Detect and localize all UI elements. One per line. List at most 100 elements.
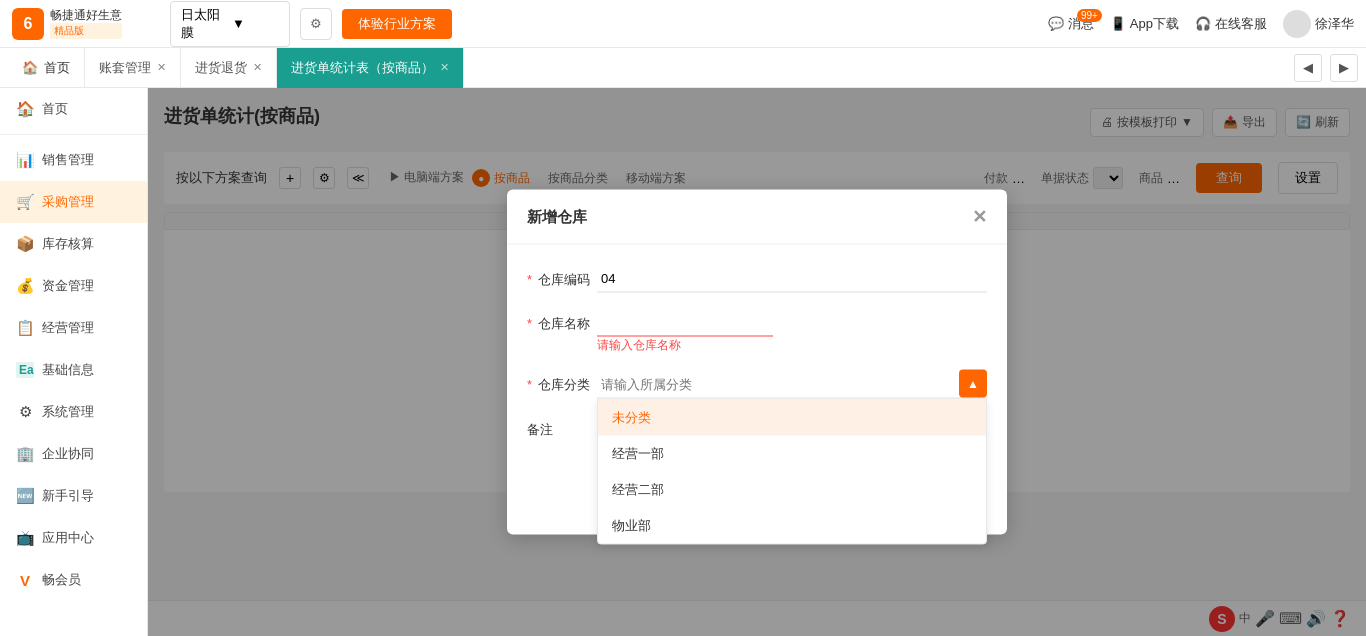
sidebar-item-finance[interactable]: 💰 资金管理 <box>0 265 147 307</box>
sidebar-label-inventory: 库存核算 <box>42 235 94 253</box>
sidebar-label-sales: 销售管理 <box>42 151 94 169</box>
dropdown-option-dept2[interactable]: 经营二部 <box>598 472 986 508</box>
logo-icon: 6 <box>12 8 44 40</box>
category-label: * 仓库分类 <box>527 370 597 394</box>
sidebar-item-enterprise[interactable]: 🏢 企业协同 <box>0 433 147 475</box>
home-icon: 🏠 <box>22 60 38 75</box>
category-dropdown-list: 未分类 经营一部 经营二部 物业部 <box>597 399 987 545</box>
notes-label: 备注 <box>527 415 597 439</box>
username: 徐泽华 <box>1315 15 1354 33</box>
online-service-button[interactable]: 🎧 在线客服 <box>1195 15 1267 33</box>
tab-accounts[interactable]: 账套管理 ✕ <box>85 48 181 88</box>
guide-icon: 🆕 <box>16 487 34 505</box>
tab-purchase-return-label: 进货退货 <box>195 59 247 77</box>
sidebar-item-basic[interactable]: Ea 基础信息 <box>0 349 147 391</box>
sidebar-label-appcenter: 应用中心 <box>42 529 94 547</box>
app-download-button[interactable]: 📱 App下载 <box>1110 15 1179 33</box>
tab-home[interactable]: 🏠 首页 <box>8 48 85 88</box>
tab-bar: 🏠 首页 账套管理 ✕ 进货退货 ✕ 进货单统计表（按商品） ✕ ◀ ▶ <box>0 48 1366 88</box>
warehouse-code-input[interactable] <box>597 265 987 293</box>
dropdown-arrow-button[interactable]: ▲ <box>959 370 987 398</box>
notifications-badge: 99+ <box>1077 9 1102 22</box>
message-icon: 💬 <box>1048 16 1064 31</box>
finance-icon: 💰 <box>16 277 34 295</box>
headphone-icon: 🎧 <box>1195 16 1211 31</box>
phone-icon: 📱 <box>1110 16 1126 31</box>
sidebar-label-purchase: 采购管理 <box>42 193 94 211</box>
modal-header: 新增仓库 ✕ <box>507 190 1007 245</box>
sidebar-label-guide: 新手引导 <box>42 487 94 505</box>
avatar <box>1283 10 1311 38</box>
tab-prev-button[interactable]: ◀ <box>1294 54 1322 82</box>
code-label: * 仓库编码 <box>527 265 597 289</box>
user-profile[interactable]: 徐泽华 <box>1283 10 1354 38</box>
tab-next-button[interactable]: ▶ <box>1330 54 1358 82</box>
app-download-label: App下载 <box>1130 15 1179 33</box>
appcenter-icon: 📺 <box>16 529 34 547</box>
tab-home-label: 首页 <box>44 59 70 77</box>
sidebar-label-finance: 资金管理 <box>42 277 94 295</box>
sidebar-label-operation: 经营管理 <box>42 319 94 337</box>
store-selector[interactable]: 日太阳膜 ▼ <box>170 1 290 47</box>
sidebar-label-basic: 基础信息 <box>42 361 94 379</box>
sidebar-item-purchase[interactable]: 🛒 采购管理 <box>0 181 147 223</box>
home-icon: 🏠 <box>16 100 34 118</box>
sales-icon: 📊 <box>16 151 34 169</box>
top-header: 6 畅捷通好生意 精品版 日太阳膜 ▼ ⚙ 体验行业方案 💬 消息 99+ 📱 … <box>0 0 1366 48</box>
tab-accounts-label: 账套管理 <box>99 59 151 77</box>
sidebar-item-inventory[interactable]: 📦 库存核算 <box>0 223 147 265</box>
modal-body: * 仓库编码 * 仓库名称 <box>507 245 1007 479</box>
header-right: 💬 消息 99+ 📱 App下载 🎧 在线客服 徐泽华 <box>1048 10 1354 38</box>
required-star-3: * <box>527 377 532 392</box>
dropdown-option-property[interactable]: 物业部 <box>598 508 986 544</box>
warehouse-name-inner: * 仓库名称 <box>527 309 773 337</box>
operation-icon: 📋 <box>16 319 34 337</box>
sidebar-label-vip: 畅会员 <box>42 571 81 589</box>
enterprise-icon: 🏢 <box>16 445 34 463</box>
sidebar-item-system[interactable]: ⚙ 系统管理 <box>0 391 147 433</box>
tab-purchase-stats-close[interactable]: ✕ <box>440 61 449 74</box>
vip-icon: V <box>16 572 34 589</box>
main-layout: 🏠 首页 📊 销售管理 🛒 采购管理 📦 库存核算 💰 资金管理 📋 经营管理 … <box>0 88 1366 636</box>
sidebar-item-operation[interactable]: 📋 经营管理 <box>0 307 147 349</box>
modal-close-button[interactable]: ✕ <box>972 206 987 228</box>
sidebar-label-home: 首页 <box>42 100 68 118</box>
sidebar-item-guide[interactable]: 🆕 新手引导 <box>0 475 147 517</box>
tab-purchase-stats[interactable]: 进货单统计表（按商品） ✕ <box>277 48 464 88</box>
warehouse-name-input[interactable] <box>597 309 773 337</box>
warehouse-code-row: * 仓库编码 <box>527 265 987 293</box>
tab-purchase-stats-label: 进货单统计表（按商品） <box>291 59 434 77</box>
tab-purchase-return-close[interactable]: ✕ <box>253 61 262 74</box>
dropdown-option-dept1[interactable]: 经营一部 <box>598 436 986 472</box>
purchase-icon: 🛒 <box>16 193 34 211</box>
warehouse-category-row: * 仓库分类 ▲ 未分类 经营一部 经营二部 物业部 <box>527 370 987 399</box>
notifications-button[interactable]: 💬 消息 99+ <box>1048 15 1094 33</box>
trial-button[interactable]: 体验行业方案 <box>342 9 452 39</box>
sidebar-item-home[interactable]: 🏠 首页 <box>0 88 147 130</box>
tab-accounts-close[interactable]: ✕ <box>157 61 166 74</box>
tab-bar-right: ◀ ▶ <box>1294 54 1358 82</box>
name-error-msg: 请输入仓库名称 <box>527 337 681 354</box>
sidebar-label-system: 系统管理 <box>42 403 94 421</box>
category-input[interactable] <box>597 370 959 397</box>
logo-name: 畅捷通好生意 <box>50 8 122 24</box>
store-name: 日太阳膜 <box>181 6 228 42</box>
dropdown-option-uncategorized[interactable]: 未分类 <box>598 400 986 436</box>
sidebar: 🏠 首页 📊 销售管理 🛒 采购管理 📦 库存核算 💰 资金管理 📋 经营管理 … <box>0 88 148 636</box>
basic-icon: Ea <box>16 362 34 378</box>
required-star: * <box>527 272 532 287</box>
inventory-icon: 📦 <box>16 235 34 253</box>
sidebar-item-vip[interactable]: V 畅会员 <box>0 559 147 601</box>
online-service-label: 在线客服 <box>1215 15 1267 33</box>
sidebar-item-sales[interactable]: 📊 销售管理 <box>0 139 147 181</box>
system-icon: ⚙ <box>16 403 34 421</box>
add-warehouse-modal: 新增仓库 ✕ * 仓库编码 * 仓库名称 <box>507 190 1007 535</box>
sidebar-item-appcenter[interactable]: 📺 应用中心 <box>0 517 147 559</box>
chevron-down-icon: ▼ <box>232 16 279 31</box>
tab-purchase-return[interactable]: 进货退货 ✕ <box>181 48 277 88</box>
modal-title: 新增仓库 <box>527 207 587 226</box>
required-star-2: * <box>527 316 532 331</box>
logo-badge: 精品版 <box>50 23 122 39</box>
gear-button[interactable]: ⚙ <box>300 8 332 40</box>
sidebar-divider <box>0 134 147 135</box>
